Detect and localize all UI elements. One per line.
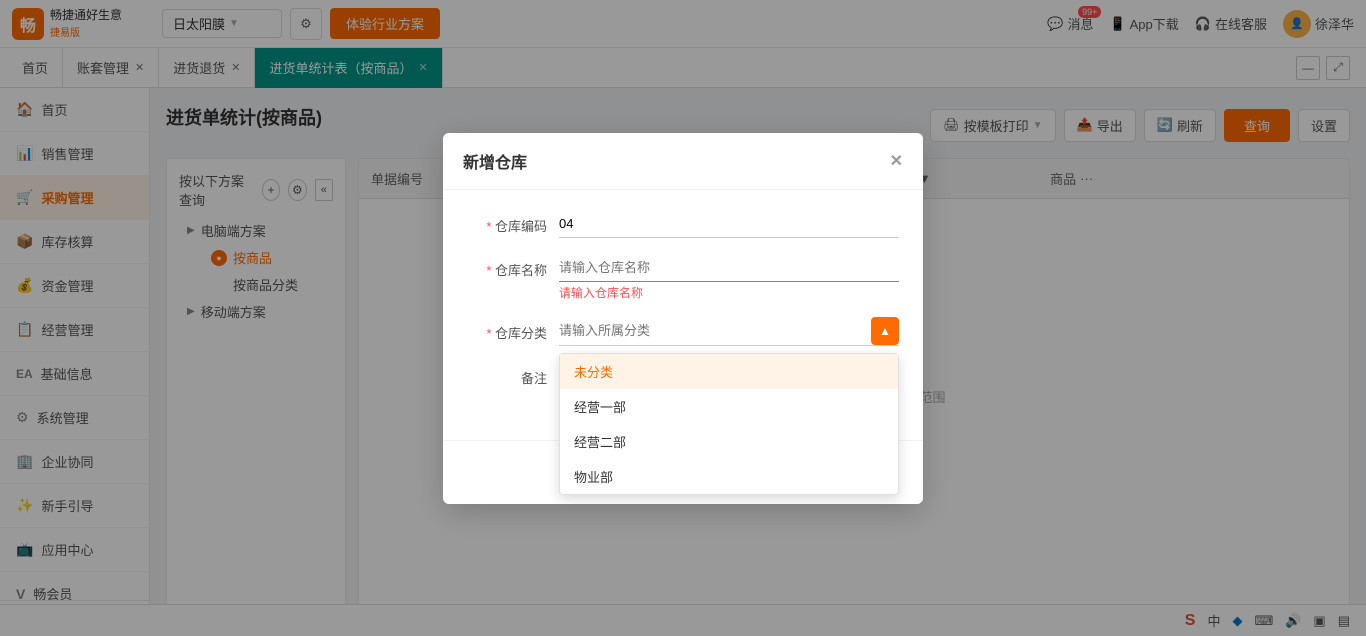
dropdown-item-op1[interactable]: 经营一部	[560, 389, 898, 424]
code-label: 仓库编码	[467, 210, 547, 235]
dropdown-item-prop[interactable]: 物业部	[560, 459, 898, 494]
dropdown-item-op2[interactable]: 经营二部	[560, 424, 898, 459]
dropdown-item-none[interactable]: 未分类	[560, 354, 898, 389]
classify-input-row: ▲	[559, 317, 899, 346]
classify-label: 仓库分类	[467, 317, 547, 342]
classify-dropdown: 未分类 经营一部 经营二部 物业部	[559, 353, 899, 495]
add-warehouse-dialog: 新增仓库 ✕ 仓库编码 仓库名称 请输入仓库名称 仓库分类	[443, 133, 923, 504]
form-row-name: 仓库名称 请输入仓库名称	[467, 254, 899, 301]
form-row-classify: 仓库分类 ▲ 未分类 经营一部 经营二部 物业部	[467, 317, 899, 346]
classify-toggle-btn[interactable]: ▲	[871, 317, 899, 345]
modal-overlay[interactable]: 新增仓库 ✕ 仓库编码 仓库名称 请输入仓库名称 仓库分类	[0, 0, 1366, 636]
name-label: 仓库名称	[467, 254, 547, 279]
classify-wrapper: ▲ 未分类 经营一部 经营二部 物业部	[559, 317, 899, 346]
code-control	[559, 210, 899, 238]
name-control: 请输入仓库名称	[559, 254, 899, 301]
form-row-code: 仓库编码	[467, 210, 899, 238]
name-error-msg: 请输入仓库名称	[559, 284, 899, 301]
code-input[interactable]	[559, 210, 899, 238]
dialog-title: 新增仓库	[463, 149, 527, 173]
name-input[interactable]	[559, 254, 899, 282]
classify-input[interactable]	[559, 317, 871, 344]
dialog-header: 新增仓库 ✕	[443, 133, 923, 190]
note-label: 备注	[467, 362, 547, 387]
dialog-body: 仓库编码 仓库名称 请输入仓库名称 仓库分类	[443, 190, 923, 440]
classify-control: ▲ 未分类 经营一部 经营二部 物业部	[559, 317, 899, 346]
dialog-close-button[interactable]: ✕	[890, 151, 903, 171]
